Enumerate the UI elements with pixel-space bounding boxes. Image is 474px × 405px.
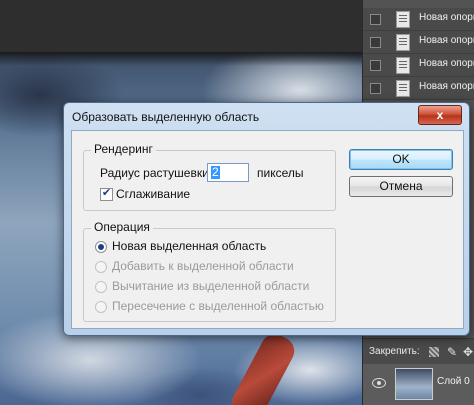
feather-radius-input[interactable]: 2: [207, 163, 249, 182]
make-selection-dialog: Образовать выделенную область x Рендерин…: [63, 102, 470, 336]
lock-label: Закрепить:: [369, 346, 420, 357]
layer-label: Новая опорн: [419, 81, 474, 92]
rendering-legend: Рендеринг: [91, 142, 156, 156]
radio-subtract-from-selection[interactable]: [95, 281, 107, 293]
feather-radius-value: 2: [211, 165, 220, 179]
lock-toolbar: Закрепить: ✎ ✥: [363, 338, 474, 365]
document-icon: [396, 34, 410, 51]
lock-position-icon[interactable]: ✥: [463, 345, 474, 359]
cancel-button[interactable]: Отмена: [349, 176, 453, 197]
layer-label: Новая опорн: [419, 12, 474, 23]
layer-visibility-checkbox[interactable]: [370, 14, 381, 25]
layer-row[interactable]: Новая опорн: [363, 8, 474, 31]
radio-add-to-selection[interactable]: [95, 261, 107, 273]
canvas-top-dark-area: [0, 0, 362, 52]
option-add-label: Добавить к выделенной области: [112, 259, 294, 273]
document-icon: [396, 80, 410, 97]
checkmark-icon: ✔: [101, 187, 112, 199]
antialias-label: Сглаживание: [116, 187, 191, 201]
eye-icon[interactable]: [372, 378, 386, 388]
radio-selected-dot: [98, 244, 104, 250]
dialog-body: Рендеринг Радиус растушевки: 2 пикселы ✔…: [71, 130, 464, 329]
lock-transparency-icon[interactable]: [429, 347, 439, 357]
document-icon: [396, 11, 410, 28]
option-intersect-label: Пересечение с выделенной областью: [112, 299, 324, 313]
photo-figure: [226, 329, 300, 405]
option-subtract-label: Вычитание из выделенной области: [112, 279, 310, 293]
layer-thumbnail: [395, 368, 433, 400]
layer-visibility-checkbox[interactable]: [370, 60, 381, 71]
close-icon: x: [436, 108, 444, 122]
feather-unit-label: пикселы: [257, 166, 304, 180]
layer-row[interactable]: Новая опорн: [363, 77, 474, 100]
document-icon: [396, 57, 410, 74]
layer-visibility-checkbox[interactable]: [370, 37, 381, 48]
antialias-checkbox[interactable]: ✔: [100, 187, 113, 201]
layer-row-layer0[interactable]: Слой 0: [363, 364, 474, 405]
close-button[interactable]: x: [418, 105, 462, 125]
ok-button[interactable]: OK: [349, 149, 453, 170]
operation-legend: Операция: [91, 220, 153, 234]
layer-visibility-checkbox[interactable]: [370, 83, 381, 94]
canvas-edge-shadow: [0, 52, 362, 66]
radio-new-selection[interactable]: [95, 241, 107, 253]
lock-pixels-brush-icon[interactable]: ✎: [447, 345, 459, 359]
layer-label: Новая опорн: [419, 35, 474, 46]
layer-label: Слой 0: [437, 376, 470, 387]
layer-row[interactable]: Новая опорн: [363, 31, 474, 54]
radio-intersect-with-selection[interactable]: [95, 301, 107, 313]
feather-radius-label: Радиус растушевки:: [100, 166, 213, 180]
dialog-title: Образовать выделенную область: [72, 110, 260, 124]
option-new-selection-label: Новая выделенная область: [112, 239, 267, 253]
layer-row[interactable]: Новая опорн: [363, 54, 474, 77]
layer-label: Новая опорн: [419, 58, 474, 69]
